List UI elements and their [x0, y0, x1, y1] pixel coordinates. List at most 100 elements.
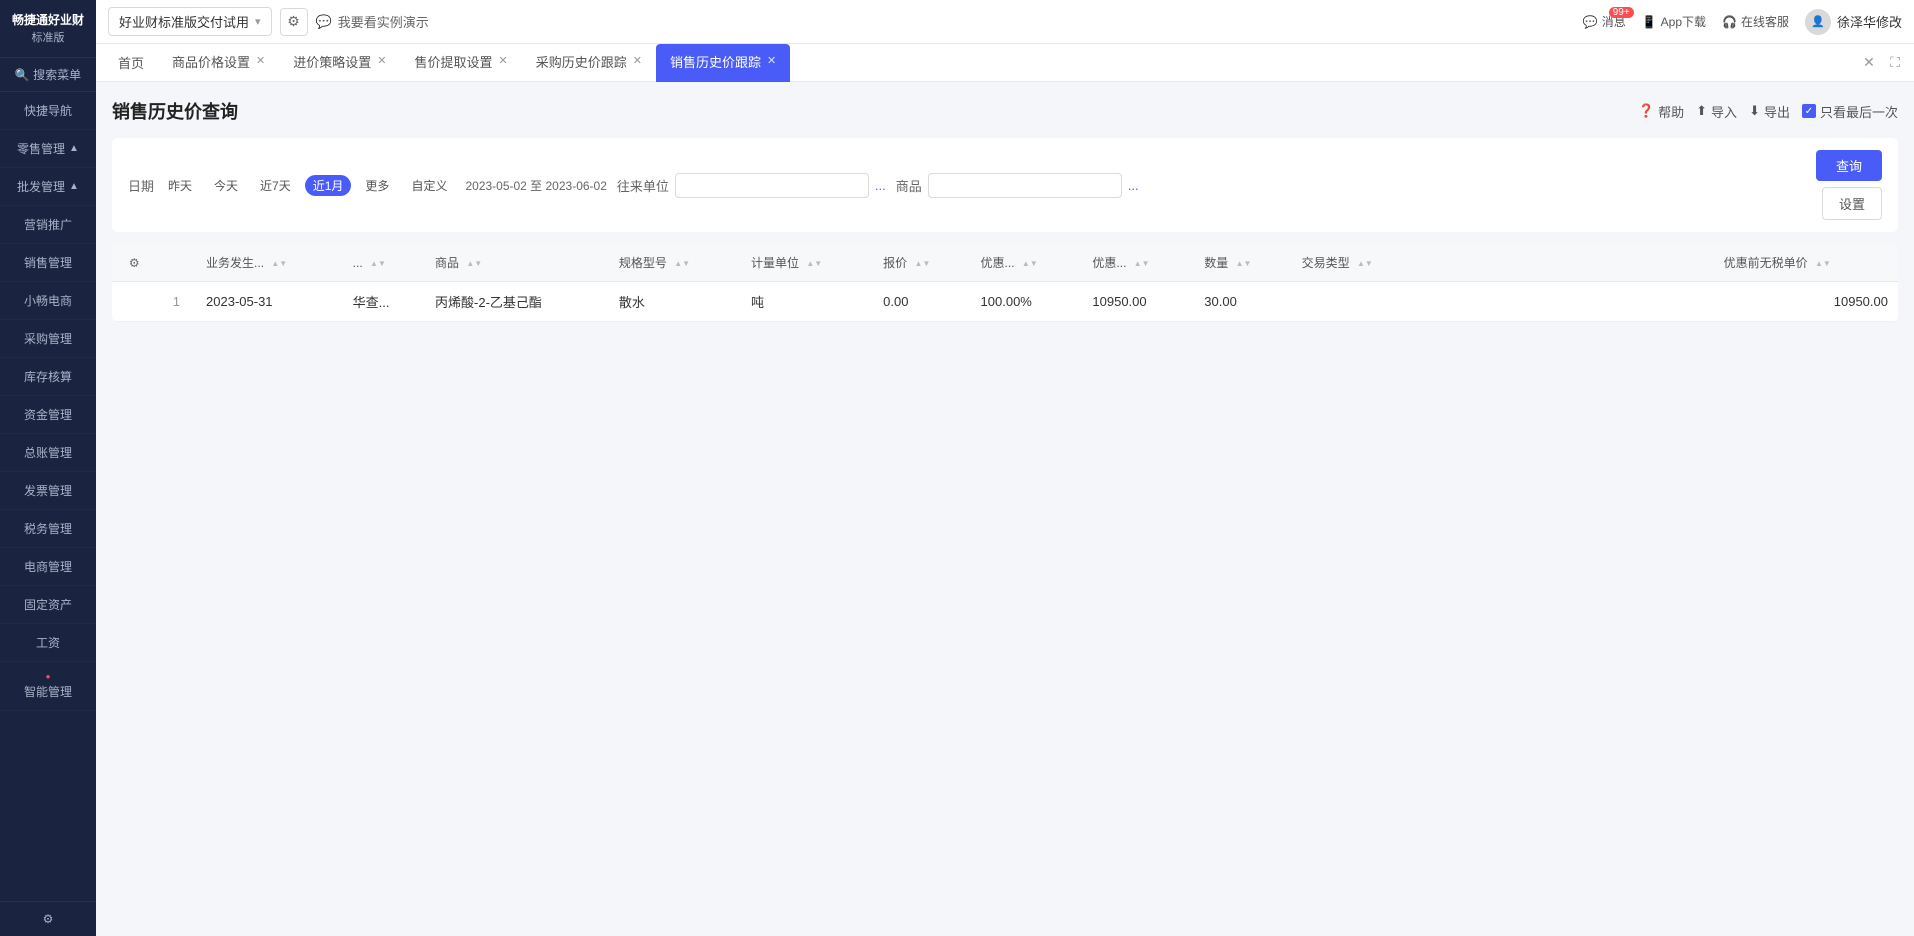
- tab-sales-history-close[interactable]: ✕: [767, 56, 776, 67]
- logo-line2: 标准版: [8, 29, 88, 45]
- sidebar-item-general-ledger[interactable]: 总账管理: [0, 434, 96, 472]
- row-biz-date: 2023-05-31: [196, 282, 343, 322]
- import-link[interactable]: ⬆ 导入: [1696, 102, 1737, 121]
- row-gear: [112, 282, 157, 322]
- import-label: 导入: [1711, 102, 1737, 121]
- only-last-label: 只看最后一次: [1820, 102, 1898, 121]
- table-row[interactable]: 1 2023-05-31 华查... 丙烯酸-2-乙基己酯 散水 吨 0.00 …: [112, 282, 1898, 322]
- sidebar-item-wholesale[interactable]: 批发管理 ▲: [0, 168, 96, 206]
- tab-sale-price-label: 售价提取设置: [414, 52, 492, 71]
- tab-sale-price[interactable]: 售价提取设置 ✕: [400, 44, 521, 82]
- tab-price-setting[interactable]: 商品价格设置 ✕: [158, 44, 279, 82]
- export-icon: ⬇: [1749, 103, 1760, 119]
- date-filter-group: 日期 昨天 今天 近7天 近1月 更多 自定义: [128, 175, 455, 196]
- date-btn-7days[interactable]: 近7天: [252, 175, 299, 196]
- th-unit[interactable]: 计量单位 ▲▼: [741, 244, 873, 282]
- sidebar-settings-button[interactable]: ⚙: [0, 901, 96, 936]
- sidebar-item-finance[interactable]: 资金管理: [0, 396, 96, 434]
- sidebar-item-quick-nav[interactable]: 快捷导航: [0, 92, 96, 130]
- sidebar-item-invoice[interactable]: 发票管理: [0, 472, 96, 510]
- sidebar-search[interactable]: 🔍 搜索菜单: [0, 58, 96, 92]
- checkbox-checked-icon: ✓: [1802, 104, 1816, 118]
- date-range-text: 2023-05-02 至 2023-06-02: [465, 177, 606, 194]
- tab-bar: 首页 商品价格设置 ✕ 进价策略设置 ✕ 售价提取设置 ✕ 采购历史价跟踪 ✕ …: [96, 44, 1914, 82]
- tab-purchase-history-close[interactable]: ✕: [633, 56, 642, 67]
- topbar-demo-link[interactable]: 💬 我要看实例演示: [316, 12, 429, 31]
- page-actions: ❓ 帮助 ⬆ 导入 ⬇ 导出 ✓ 只看最后一次: [1638, 102, 1898, 121]
- row-spacer: [1424, 282, 1714, 322]
- tab-sales-history[interactable]: 销售历史价跟踪 ✕: [656, 44, 790, 82]
- th-product[interactable]: 商品 ▲▼: [425, 244, 609, 282]
- tab-purchase-strategy-close[interactable]: ✕: [377, 56, 386, 67]
- sidebar-item-sales[interactable]: 销售管理: [0, 244, 96, 282]
- th-more[interactable]: ... ▲▼: [343, 244, 425, 282]
- date-btn-custom[interactable]: 自定义: [403, 175, 455, 196]
- row-pretax-price: 10950.00: [1714, 282, 1898, 322]
- message-button[interactable]: 💬 消息 99+: [1583, 13, 1626, 30]
- th-discount-pct[interactable]: 优惠... ▲▼: [971, 244, 1083, 282]
- sort-icon-product: ▲▼: [466, 259, 482, 268]
- th-spacer: [1424, 244, 1714, 282]
- smart-dot: ●: [46, 672, 51, 681]
- th-spec[interactable]: 规格型号 ▲▼: [609, 244, 741, 282]
- source-input[interactable]: [675, 173, 869, 198]
- product-input[interactable]: [928, 173, 1122, 198]
- sidebar-logo: 畅捷通好业财 标准版: [0, 0, 96, 58]
- retail-arrow: ▲: [69, 143, 79, 154]
- help-link[interactable]: ❓ 帮助: [1638, 102, 1684, 121]
- tab-purchase-history[interactable]: 采购历史价跟踪 ✕: [522, 44, 656, 82]
- sidebar-item-ecommerce-small[interactable]: 小畅电商: [0, 282, 96, 320]
- version-selector[interactable]: 好业财标准版交付试用 ▾: [108, 7, 272, 36]
- row-discount-pct: 100.00%: [971, 282, 1083, 322]
- row-spec: 散水: [609, 282, 741, 322]
- tab-sale-price-close[interactable]: ✕: [499, 56, 508, 67]
- user-menu[interactable]: 👤 徐泽华修改: [1805, 9, 1902, 35]
- export-link[interactable]: ⬇ 导出: [1749, 102, 1790, 121]
- tab-home[interactable]: 首页: [104, 44, 158, 82]
- marketing-label: 营销推广: [24, 216, 72, 233]
- sort-icon-discount-amt: ▲▼: [1134, 259, 1150, 268]
- date-btn-today[interactable]: 今天: [206, 175, 246, 196]
- query-button[interactable]: 查询: [1816, 150, 1882, 181]
- column-settings-icon[interactable]: ⚙: [129, 256, 140, 270]
- th-trade-type[interactable]: 交易类型 ▲▼: [1292, 244, 1424, 282]
- topbar: 好业财标准版交付试用 ▾ ⚙ 💬 我要看实例演示 💬 消息 99+ 📱 App下…: [96, 0, 1914, 44]
- app-download-button[interactable]: 📱 App下载: [1642, 13, 1706, 30]
- sidebar-item-ecommerce[interactable]: 电商管理: [0, 548, 96, 586]
- date-btn-1month[interactable]: 近1月: [305, 175, 352, 196]
- sort-icon-price: ▲▼: [915, 259, 931, 268]
- user-name: 徐泽华修改: [1837, 12, 1902, 31]
- th-price[interactable]: 报价 ▲▼: [873, 244, 970, 282]
- page-content: 销售历史价查询 ❓ 帮助 ⬆ 导入 ⬇ 导出 ✓ 只看最后一次: [96, 82, 1914, 936]
- date-btn-more[interactable]: 更多: [357, 175, 397, 196]
- online-service-button[interactable]: 🎧 在线客服: [1722, 13, 1789, 30]
- tab-purchase-strategy-label: 进价策略设置: [293, 52, 371, 71]
- sidebar-item-salary[interactable]: 工资: [0, 624, 96, 662]
- tab-purchase-strategy[interactable]: 进价策略设置 ✕: [279, 44, 400, 82]
- only-last-checkbox[interactable]: ✓ 只看最后一次: [1802, 102, 1898, 121]
- row-trade-type: [1292, 282, 1424, 322]
- sidebar-item-inventory[interactable]: 库存核算: [0, 358, 96, 396]
- help-icon: ❓: [1638, 103, 1654, 119]
- product-dots[interactable]: ...: [1128, 178, 1139, 193]
- sidebar-item-purchase[interactable]: 采购管理: [0, 320, 96, 358]
- topbar-gear-button[interactable]: ⚙: [280, 8, 308, 36]
- th-quantity[interactable]: 数量 ▲▼: [1194, 244, 1291, 282]
- tab-price-setting-close[interactable]: ✕: [256, 56, 265, 67]
- sidebar-item-smart[interactable]: ● 智能管理: [0, 662, 96, 711]
- demo-label: 我要看实例演示: [338, 12, 429, 31]
- source-dots[interactable]: ...: [875, 178, 886, 193]
- tab-maximize-button[interactable]: ⛶: [1884, 52, 1906, 74]
- th-pretax-price[interactable]: 优惠前无税单价 ▲▼: [1714, 244, 1898, 282]
- tab-close-button[interactable]: ✕: [1858, 52, 1880, 74]
- service-label: 在线客服: [1741, 13, 1789, 30]
- date-btn-yesterday[interactable]: 昨天: [160, 175, 200, 196]
- th-discount-amt[interactable]: 优惠... ▲▼: [1082, 244, 1194, 282]
- sidebar-item-retail[interactable]: 零售管理 ▲: [0, 130, 96, 168]
- th-biz-date[interactable]: 业务发生... ▲▼: [196, 244, 343, 282]
- sidebar-item-tax[interactable]: 税务管理: [0, 510, 96, 548]
- setting-button[interactable]: 设置: [1822, 187, 1882, 220]
- sidebar-item-marketing[interactable]: 营销推广: [0, 206, 96, 244]
- sidebar-item-fixed-assets[interactable]: 固定资产: [0, 586, 96, 624]
- row-unit: 吨: [741, 282, 873, 322]
